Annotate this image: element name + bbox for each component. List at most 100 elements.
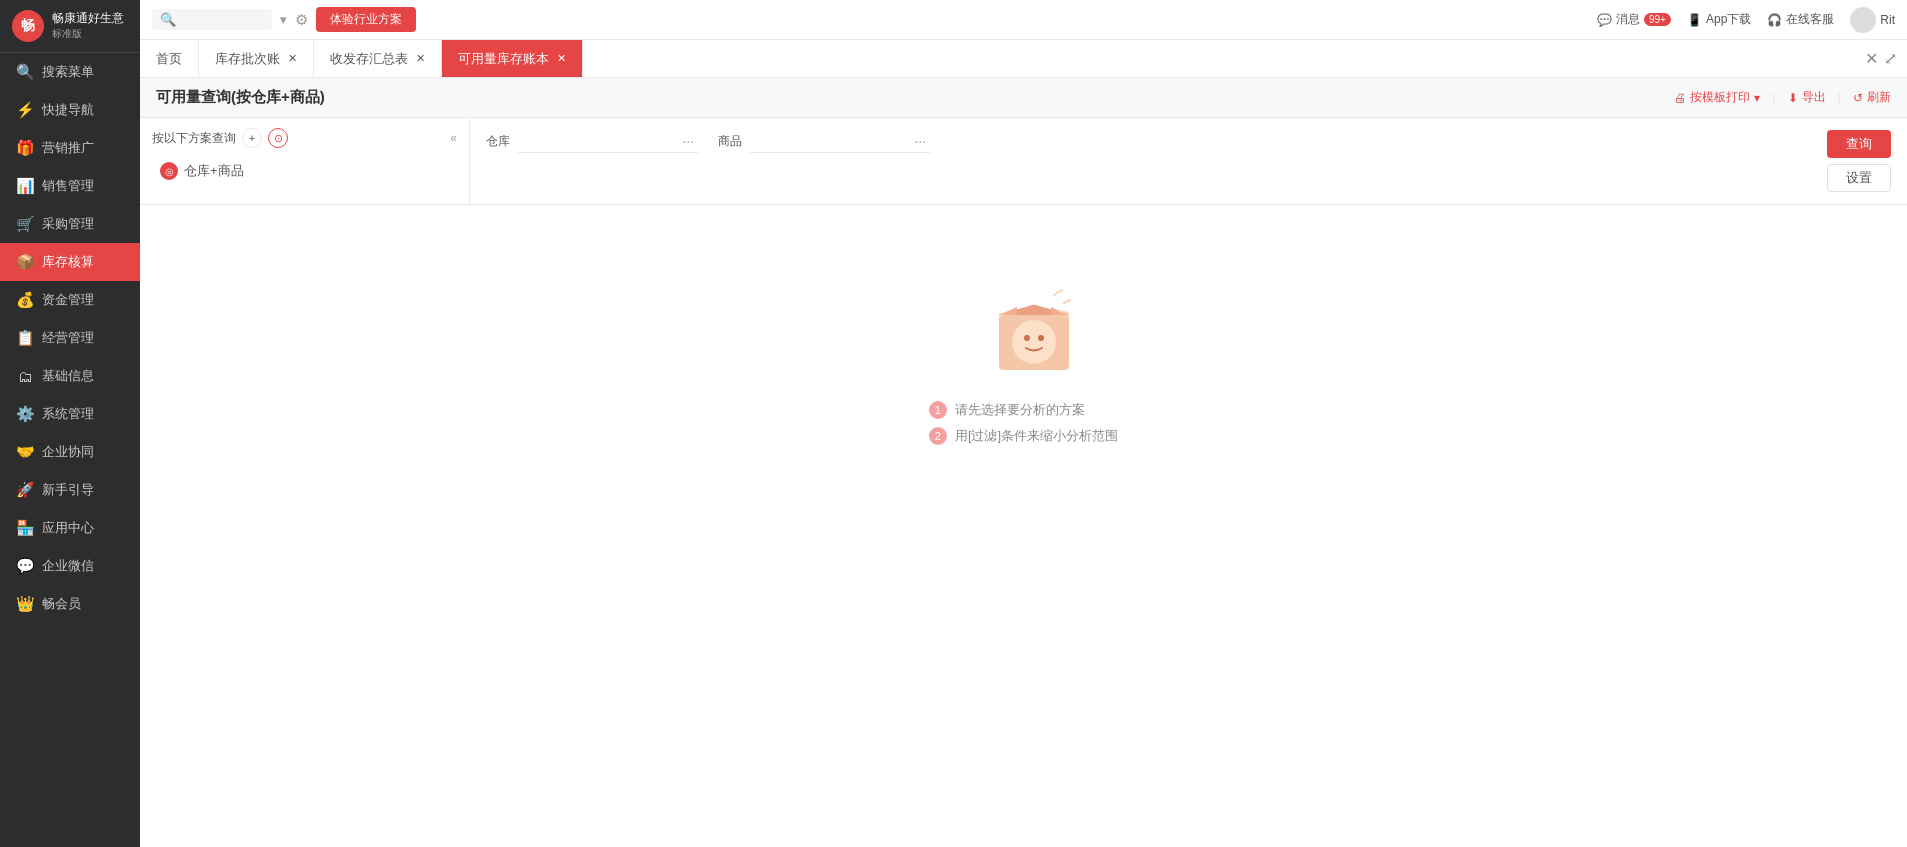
sidebar-item-marketing[interactable]: 🎁 营销推广 [0,129,140,167]
sidebar-item-label: 快捷导航 [42,101,94,119]
sidebar-item-system[interactable]: ⚙️ 系统管理 [0,395,140,433]
sidebar-item-label: 库存核算 [42,253,94,271]
sidebar-item-member[interactable]: 👑 畅会员 [0,585,140,623]
sidebar-item-inventory[interactable]: 📦 库存核算 [0,243,140,281]
online-service-button[interactable]: 🎧 在线客服 [1767,11,1834,28]
sidebar-item-shortcuts[interactable]: ⚡ 快捷导航 [0,91,140,129]
rocket-icon: 🚀 [16,481,34,499]
sidebar-item-label: 经营管理 [42,329,94,347]
query-button[interactable]: 查询 [1827,130,1891,158]
filter-scheme-panel: 按以下方案查询 + ⊙ « ◎ 仓库+商品 [140,118,470,204]
scheme-icon: ◎ [160,162,178,180]
refresh-icon: ↺ [1853,91,1863,105]
tab-summary[interactable]: 收发存汇总表 ✕ [314,40,442,78]
tab-available-close-icon[interactable]: ✕ [557,52,566,65]
goods-more-icon[interactable]: ··· [914,133,926,149]
empty-hint-text: 1 请先选择要分析的方案 2 用[过滤]条件来缩小分析范围 [929,401,1118,445]
main-area: 🔍 ▾ ⚙ 体验行业方案 💬 消息 99+ 📱 App下载 🎧 在线客服 Rit [140,0,1907,847]
sidebar: 畅 畅康通好生意 标准版 🔍 搜索菜单 ⚡ 快捷导航 🎁 营销推广 📊 销售管理… [0,0,140,847]
sidebar-header: 畅 畅康通好生意 标准版 [0,0,140,53]
svg-point-2 [1024,335,1030,341]
collapse-panel-icon[interactable]: « [450,131,457,145]
sidebar-item-label: 销售管理 [42,177,94,195]
app-download-button[interactable]: 📱 App下载 [1687,11,1751,28]
sidebar-item-appstore[interactable]: 🏪 应用中心 [0,509,140,547]
refresh-button[interactable]: ↺ 刷新 [1853,89,1891,106]
sidebar-item-label: 新手引导 [42,481,94,499]
goods-field-label: 商品 [718,133,742,150]
sidebar-title: 畅康通好生意 [52,11,124,27]
hint-text-1: 请先选择要分析的方案 [955,401,1085,419]
empty-state: 1 请先选择要分析的方案 2 用[过滤]条件来缩小分析范围 [140,205,1907,505]
message-button[interactable]: 💬 消息 99+ [1597,11,1671,28]
sidebar-item-label: 企业微信 [42,557,94,575]
filter-scheme-title: 按以下方案查询 [152,130,236,147]
user-profile[interactable]: Rit [1850,7,1895,33]
settings-gear-icon[interactable]: ⚙ [295,11,308,29]
cart-icon: 🛒 [16,215,34,233]
goods-input[interactable] [754,134,910,148]
sidebar-item-label: 资金管理 [42,291,94,309]
search-icon: 🔍 [160,12,176,27]
topbar: 🔍 ▾ ⚙ 体验行业方案 💬 消息 99+ 📱 App下载 🎧 在线客服 Rit [140,0,1907,40]
sidebar-item-basic[interactable]: 🗂 基础信息 [0,357,140,395]
tab-home[interactable]: 首页 [140,40,199,78]
filter-area: 按以下方案查询 + ⊙ « ◎ 仓库+商品 仓库 [140,118,1907,205]
print-label: 按模板打印 [1690,89,1750,106]
expand-window-icon[interactable]: ⤢ [1884,49,1897,68]
sidebar-item-search[interactable]: 🔍 搜索菜单 [0,53,140,91]
lightning-icon: ⚡ [16,101,34,119]
hint-row-2: 2 用[过滤]条件来缩小分析范围 [929,427,1118,445]
tab-batch-close-icon[interactable]: ✕ [288,52,297,65]
filter-actions: 查询 设置 [1827,130,1891,192]
sidebar-item-funds[interactable]: 💰 资金管理 [0,281,140,319]
warehouse-field-input[interactable]: ··· [518,130,698,153]
sidebar-item-wechat[interactable]: 💬 企业微信 [0,547,140,585]
topbar-search-box[interactable]: 🔍 [152,9,272,30]
app-download-label: App下载 [1706,11,1751,28]
sidebar-item-sales[interactable]: 📊 销售管理 [0,167,140,205]
warehouse-more-icon[interactable]: ··· [682,133,694,149]
trial-industry-button[interactable]: 体验行业方案 [316,7,416,32]
sidebar-item-operations[interactable]: 📋 经营管理 [0,319,140,357]
sidebar-item-label: 系统管理 [42,405,94,423]
sidebar-item-enterprise[interactable]: 🤝 企业协同 [0,433,140,471]
empty-svg [974,285,1094,385]
close-window-icon[interactable]: ✕ [1865,49,1878,68]
hint-row-1: 1 请先选择要分析的方案 [929,401,1118,419]
topbar-right: 💬 消息 99+ 📱 App下载 🎧 在线客服 Rit [1597,7,1895,33]
tab-summary-close-icon[interactable]: ✕ [416,52,425,65]
warehouse-input[interactable] [522,134,678,148]
sidebar-item-newbie[interactable]: 🚀 新手引导 [0,471,140,509]
page-title: 可用量查询(按仓库+商品) [156,88,325,107]
search-input[interactable] [180,13,260,27]
tab-batch[interactable]: 库存批次账 ✕ [199,40,314,78]
tab-window-controls: ✕ ⤢ [1855,49,1907,68]
add-scheme-button[interactable]: + [242,128,262,148]
sidebar-subtitle: 标准版 [52,27,124,41]
crown-icon: 👑 [16,595,34,613]
tab-batch-label: 库存批次账 [215,50,280,68]
print-button[interactable]: 🖨 按模板打印 ▾ [1674,89,1760,106]
tab-summary-label: 收发存汇总表 [330,50,408,68]
sidebar-item-purchase[interactable]: 🛒 采购管理 [0,205,140,243]
sidebar-item-label: 畅会员 [42,595,81,613]
hint-text-2: 用[过滤]条件来缩小分析范围 [955,427,1118,445]
settings-button[interactable]: 设置 [1827,164,1891,192]
online-service-label: 在线客服 [1786,11,1834,28]
box-icon: 📦 [16,253,34,271]
empty-illustration [974,285,1074,385]
gift-icon: 🎁 [16,139,34,157]
settings-scheme-button[interactable]: ⊙ [268,128,288,148]
print-dropdown-icon[interactable]: ▾ [1754,91,1760,105]
dropdown-arrow-icon[interactable]: ▾ [280,12,287,27]
sidebar-item-label: 企业协同 [42,443,94,461]
headset-icon: 🎧 [1767,13,1782,27]
sidebar-item-label: 搜索菜单 [42,63,94,81]
svg-point-1 [1012,320,1056,364]
tab-available[interactable]: 可用量库存账本 ✕ [442,40,583,78]
goods-field-input[interactable]: ··· [750,130,930,153]
scheme-item-label: 仓库+商品 [184,162,244,180]
scheme-item-warehouse-goods[interactable]: ◎ 仓库+商品 [152,156,457,186]
export-button[interactable]: ⬇ 导出 [1788,89,1826,106]
